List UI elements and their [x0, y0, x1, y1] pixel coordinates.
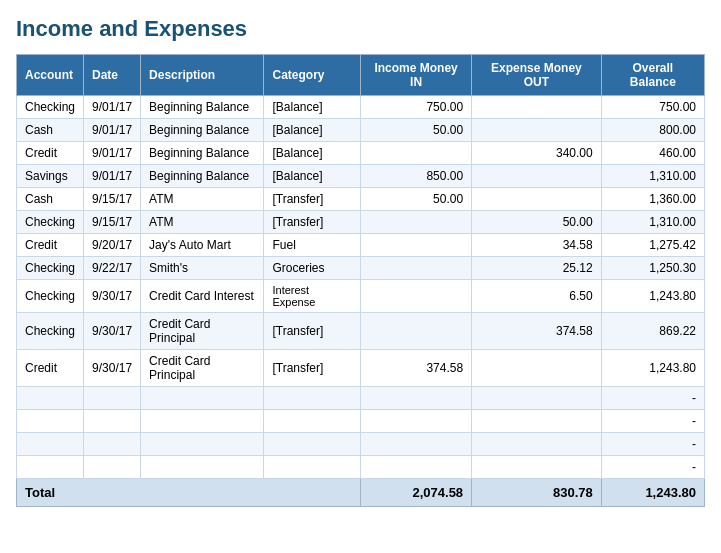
total-row: Total 2,074.58 830.78 1,243.80 — [17, 479, 705, 507]
table-row: Checking9/30/17Credit Card Principal[Tra… — [17, 313, 705, 350]
table-row: - — [17, 410, 705, 433]
table-row: Checking9/22/17Smith'sGroceries25.121,25… — [17, 257, 705, 280]
col-balance: Overall Balance — [601, 55, 704, 96]
col-income: Income Money IN — [361, 55, 472, 96]
col-account: Account — [17, 55, 84, 96]
total-income: 2,074.58 — [361, 479, 472, 507]
table-row: Checking9/01/17Beginning Balance[Balance… — [17, 96, 705, 119]
table-row: Cash9/15/17ATM[Transfer]50.001,360.00 — [17, 188, 705, 211]
page-title: Income and Expenses — [16, 16, 705, 42]
col-date: Date — [84, 55, 141, 96]
table-row: Credit9/30/17Credit Card Principal[Trans… — [17, 350, 705, 387]
table-row: - — [17, 433, 705, 456]
table-row: Checking9/30/17Credit Card InterestInter… — [17, 280, 705, 313]
table-row: Savings9/01/17Beginning Balance[Balance]… — [17, 165, 705, 188]
table-row: Cash9/01/17Beginning Balance[Balance]50.… — [17, 119, 705, 142]
total-balance: 1,243.80 — [601, 479, 704, 507]
table-row: - — [17, 387, 705, 410]
table-row: Credit9/01/17Beginning Balance[Balance]3… — [17, 142, 705, 165]
col-expense: Expense Money OUT — [472, 55, 602, 96]
col-category: Category — [264, 55, 361, 96]
table-row: Credit9/20/17Jay's Auto MartFuel34.581,2… — [17, 234, 705, 257]
income-expenses-table: Account Date Description Category Income… — [16, 54, 705, 507]
table-row: Checking9/15/17ATM[Transfer]50.001,310.0… — [17, 211, 705, 234]
total-label: Total — [17, 479, 361, 507]
total-expense: 830.78 — [472, 479, 602, 507]
col-description: Description — [141, 55, 264, 96]
table-row: - — [17, 456, 705, 479]
